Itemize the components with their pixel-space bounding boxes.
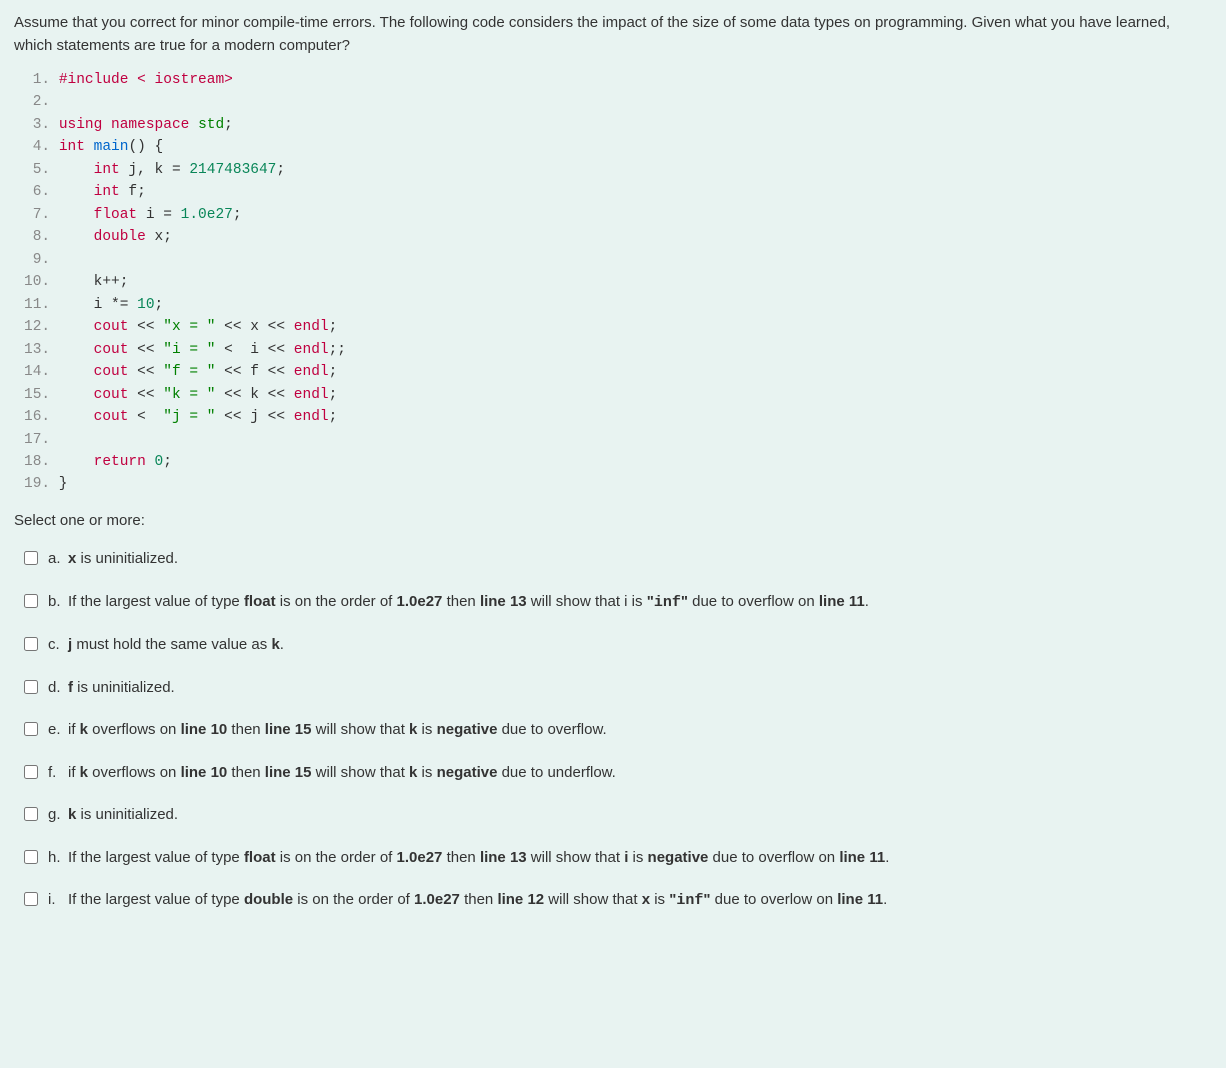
option-row: h.If the largest value of type float is … — [24, 837, 1212, 880]
option-text: if k overflows on line 10 then line 15 w… — [68, 719, 1212, 742]
option-checkbox[interactable] — [24, 680, 38, 694]
option-letter: f. — [48, 762, 68, 785]
option-letter: a. — [48, 548, 68, 571]
option-row: a.x is uninitialized. — [24, 538, 1212, 581]
option-text: j must hold the same value as k. — [68, 634, 1212, 657]
option-checkbox[interactable] — [24, 807, 38, 821]
option-row: d.f is uninitialized. — [24, 667, 1212, 710]
option-checkbox[interactable] — [24, 551, 38, 565]
option-checkbox[interactable] — [24, 594, 38, 608]
option-checkbox[interactable] — [24, 722, 38, 736]
options-list: a.x is uninitialized.b.If the largest va… — [14, 538, 1212, 923]
option-letter: c. — [48, 634, 68, 657]
option-checkbox[interactable] — [24, 892, 38, 906]
option-row: g.k is uninitialized. — [24, 794, 1212, 837]
option-text: k is uninitialized. — [68, 804, 1212, 827]
option-row: c.j must hold the same value as k. — [24, 624, 1212, 667]
select-one-or-more-label: Select one or more: — [14, 510, 1212, 533]
option-row: f.if k overflows on line 10 then line 15… — [24, 752, 1212, 795]
option-row: e.if k overflows on line 10 then line 15… — [24, 709, 1212, 752]
option-letter: g. — [48, 804, 68, 827]
option-text: f is uninitialized. — [68, 677, 1212, 700]
option-letter: b. — [48, 591, 68, 614]
option-text: if k overflows on line 10 then line 15 w… — [68, 762, 1212, 785]
question-text: Assume that you correct for minor compil… — [14, 12, 1212, 57]
code-block: 1. #include < iostream> 2. 3. using name… — [14, 67, 1212, 502]
option-text: If the largest value of type float is on… — [68, 847, 1212, 870]
option-row: i.If the largest value of type double is… — [24, 879, 1212, 923]
option-text: x is uninitialized. — [68, 548, 1212, 571]
option-letter: d. — [48, 677, 68, 700]
option-letter: e. — [48, 719, 68, 742]
option-letter: h. — [48, 847, 68, 870]
option-letter: i. — [48, 889, 68, 912]
option-row: b.If the largest value of type float is … — [24, 581, 1212, 625]
option-checkbox[interactable] — [24, 850, 38, 864]
option-text: If the largest value of type float is on… — [68, 591, 1212, 615]
option-checkbox[interactable] — [24, 765, 38, 779]
option-checkbox[interactable] — [24, 637, 38, 651]
option-text: If the largest value of type double is o… — [68, 889, 1212, 913]
